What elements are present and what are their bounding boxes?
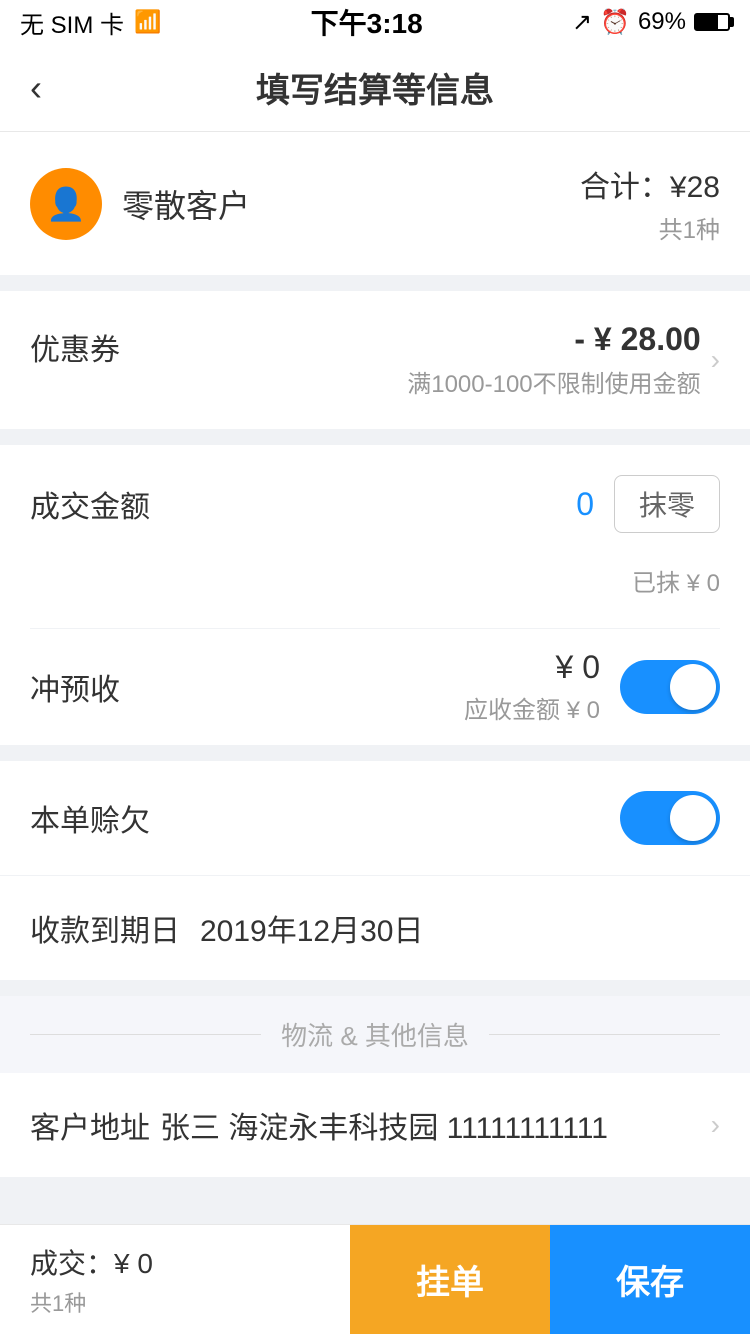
prepay-label: 冲预收 [30,665,120,709]
debt-row: 本单赊欠 [0,761,750,875]
prepay-toggle[interactable] [620,660,720,714]
deal-prepay-section: 成交金额 0 抹零 已抹 ¥ 0 冲预收 ¥ 0 应收金额 ¥ 0 [0,445,750,745]
deal-amount-right: 0 抹零 [576,475,720,533]
coupon-row[interactable]: 优惠券 - ¥ 28.00 满1000-100不限制使用金额 › [0,291,750,429]
address-chevron-icon: › [711,1109,720,1141]
customer-avatar: 👤 [30,168,102,240]
bottom-count: 共1种 [30,1286,320,1318]
customer-left: 👤 零散客户 [30,168,250,240]
coupon-amount: - ¥ 28.00 [407,321,700,358]
status-right: ↗ ⏰ 69% [572,8,730,37]
deal-amount-row: 成交金额 0 抹零 [0,445,750,563]
address-value: 张三 海淀永丰科技园 11111111111 [150,1103,711,1147]
logistics-line-left [30,1034,261,1035]
deal-amount-value[interactable]: 0 [576,486,594,523]
bottom-deal-amount: 成交：¥ 0 [30,1242,320,1282]
bottom-summary: 成交：¥ 0 共1种 [0,1242,350,1318]
toggle-knob [670,664,716,710]
sim-status: 无 SIM 卡 [20,5,124,40]
bottom-deal-label: 成交： [30,1248,114,1279]
bottom-bar: 成交：¥ 0 共1种 挂单 保存 [0,1224,750,1334]
nav-bar: ‹ 填写结算等信息 [0,44,750,132]
deal-amount-label: 成交金额 [30,482,150,526]
save-button[interactable]: 保存 [550,1225,750,1334]
back-button[interactable]: ‹ [30,67,42,109]
debt-toggle-knob [670,795,716,841]
due-date-label: 收款到期日 [30,906,180,950]
prepay-row: 冲预收 ¥ 0 应收金额 ¥ 0 [0,629,750,745]
coupon-info: - ¥ 28.00 满1000-100不限制使用金额 [407,321,700,399]
status-left: 无 SIM 卡 📶 [20,5,161,40]
coupon-label: 优惠券 [30,321,120,369]
status-bar: 无 SIM 卡 📶 下午3:18 ↗ ⏰ 69% [0,0,750,44]
prepay-amount-block: ¥ 0 应收金额 ¥ 0 [464,649,600,725]
due-date-value[interactable]: 2019年12月30日 [200,906,423,950]
round-zero-button[interactable]: 抹零 [614,475,720,533]
logistics-section-divider: 物流 & 其他信息 [0,996,750,1073]
due-date-row: 收款到期日 2019年12月30日 [0,875,750,980]
customer-name: 零散客户 [122,181,250,227]
hang-button[interactable]: 挂单 [350,1225,550,1334]
customer-count: 共1种 [580,210,720,245]
wifi-icon: 📶 [134,9,161,35]
status-time: 下午3:18 [311,2,423,42]
location-icon: ↗ [572,8,592,37]
coupon-chevron-icon: › [711,344,720,376]
address-row[interactable]: 客户地址 张三 海淀永丰科技园 11111111111 › [0,1073,750,1177]
customer-row: 👤 零散客户 合计：¥28 共1种 [0,132,750,275]
prepay-right: ¥ 0 应收金额 ¥ 0 [464,649,720,725]
debt-section: 本单赊欠 收款到期日 2019年12月30日 [0,761,750,980]
debt-label: 本单赊欠 [30,796,150,840]
logistics-label: 物流 & 其他信息 [261,1016,489,1053]
prepay-sub: 应收金额 ¥ 0 [464,690,600,725]
coupon-section: 优惠券 - ¥ 28.00 满1000-100不限制使用金额 › [0,291,750,429]
user-icon: 👤 [46,185,86,223]
customer-section: 👤 零散客户 合计：¥28 共1种 [0,132,750,275]
prepay-amount: ¥ 0 [464,649,600,686]
nav-title: 填写结算等信息 [256,63,494,112]
customer-total: 合计：¥28 [580,162,720,206]
debt-toggle[interactable] [620,791,720,845]
coupon-right: - ¥ 28.00 满1000-100不限制使用金额 › [407,321,720,399]
alarm-icon: ⏰ [600,8,630,37]
bottom-deal-value: ¥ 0 [114,1248,153,1279]
deal-amount-sub: 已抹 ¥ 0 [0,563,750,628]
logistics-line-right [489,1034,720,1035]
battery-icon [694,13,730,31]
battery-percent: 69% [638,8,686,36]
coupon-desc: 满1000-100不限制使用金额 [407,364,700,399]
customer-summary: 合计：¥28 共1种 [580,162,720,245]
address-label: 客户地址 [30,1103,150,1147]
content: 👤 零散客户 合计：¥28 共1种 优惠券 - ¥ 28.00 满1000-10… [0,132,750,1297]
